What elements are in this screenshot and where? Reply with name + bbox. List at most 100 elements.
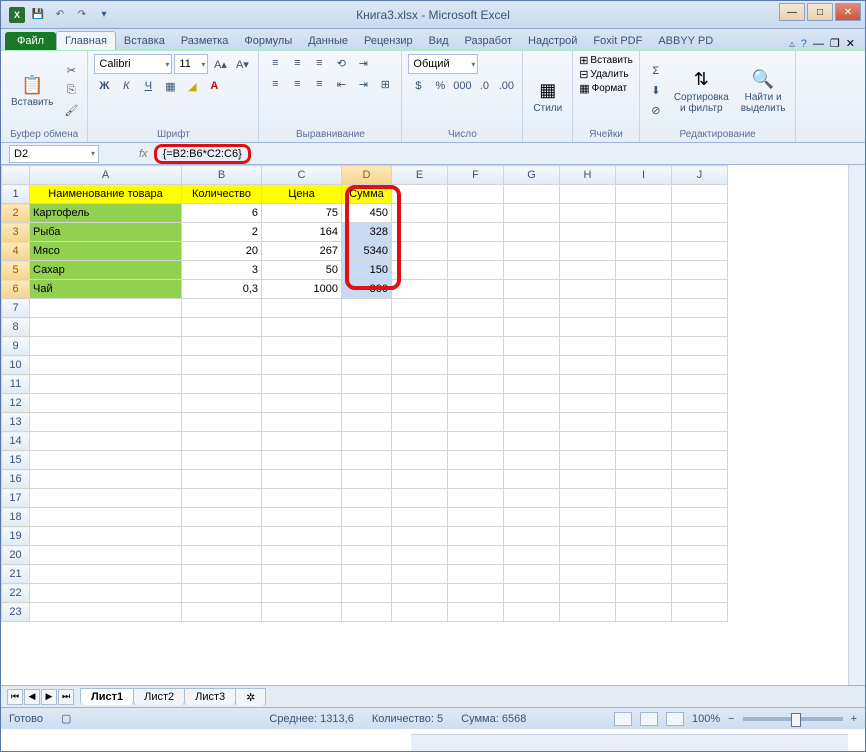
row-header-6[interactable]: 6 [2, 280, 30, 299]
zoom-in-button[interactable]: + [851, 713, 857, 725]
cell-B10[interactable] [182, 356, 262, 375]
cell-I16[interactable] [616, 470, 672, 489]
cell-F20[interactable] [448, 546, 504, 565]
cell-E17[interactable] [392, 489, 448, 508]
cell-J21[interactable] [672, 565, 728, 584]
cell-J10[interactable] [672, 356, 728, 375]
cell-B2[interactable]: 6 [182, 204, 262, 223]
cell-D19[interactable] [342, 527, 392, 546]
cell-H9[interactable] [560, 337, 616, 356]
cell-D7[interactable] [342, 299, 392, 318]
row-header-9[interactable]: 9 [2, 337, 30, 356]
cell-E22[interactable] [392, 584, 448, 603]
cell-B4[interactable]: 20 [182, 242, 262, 261]
cell-H5[interactable] [560, 261, 616, 280]
undo-button[interactable]: ↶ [51, 6, 69, 24]
cell-J4[interactable] [672, 242, 728, 261]
cell-I14[interactable] [616, 432, 672, 451]
cell-G11[interactable] [504, 375, 560, 394]
cell-H21[interactable] [560, 565, 616, 584]
cell-E18[interactable] [392, 508, 448, 527]
tab-developer[interactable]: Разработ [457, 32, 520, 50]
cell-C4[interactable]: 267 [262, 242, 342, 261]
cell-C3[interactable]: 164 [262, 223, 342, 242]
cell-C9[interactable] [262, 337, 342, 356]
align-right-button[interactable]: ≡ [309, 75, 329, 93]
row-header-19[interactable]: 19 [2, 527, 30, 546]
cell-F17[interactable] [448, 489, 504, 508]
row-header-3[interactable]: 3 [2, 223, 30, 242]
cell-A1[interactable]: Наименование товара [30, 185, 182, 204]
italic-button[interactable]: К [116, 77, 136, 95]
cell-D10[interactable] [342, 356, 392, 375]
cell-A5[interactable]: Сахар [30, 261, 182, 280]
cell-H18[interactable] [560, 508, 616, 527]
cell-D11[interactable] [342, 375, 392, 394]
cell-I10[interactable] [616, 356, 672, 375]
cell-G7[interactable] [504, 299, 560, 318]
cell-H13[interactable] [560, 413, 616, 432]
border-button[interactable]: ▦ [160, 77, 180, 95]
cell-F5[interactable] [448, 261, 504, 280]
percent-button[interactable]: % [430, 77, 450, 95]
cell-C1[interactable]: Цена [262, 185, 342, 204]
tab-foxit[interactable]: Foxit PDF [585, 32, 650, 50]
cell-G6[interactable] [504, 280, 560, 299]
format-painter-button[interactable]: 🖌 [61, 102, 81, 120]
cell-H6[interactable] [560, 280, 616, 299]
cell-F18[interactable] [448, 508, 504, 527]
row-header-5[interactable]: 5 [2, 261, 30, 280]
help-icon[interactable]: ? [801, 38, 807, 50]
cell-D6[interactable]: 300 [342, 280, 392, 299]
cell-F3[interactable] [448, 223, 504, 242]
cell-C16[interactable] [262, 470, 342, 489]
cell-B23[interactable] [182, 603, 262, 622]
cell-I19[interactable] [616, 527, 672, 546]
cell-C15[interactable] [262, 451, 342, 470]
sheet-nav-last[interactable]: ⏭ [58, 689, 74, 705]
cell-A6[interactable]: Чай [30, 280, 182, 299]
number-format-combo[interactable]: Общий [408, 54, 478, 74]
cell-D3[interactable]: 328 [342, 223, 392, 242]
font-size-combo[interactable]: 11 [174, 54, 208, 74]
cell-H14[interactable] [560, 432, 616, 451]
increase-font-button[interactable]: A▴ [210, 55, 230, 73]
autosum-button[interactable]: Σ [646, 62, 666, 80]
currency-button[interactable]: $ [408, 77, 428, 95]
tab-file[interactable]: Файл [5, 32, 56, 50]
cell-A14[interactable] [30, 432, 182, 451]
format-cells-button[interactable]: Формат [592, 83, 628, 94]
cell-I23[interactable] [616, 603, 672, 622]
cell-F22[interactable] [448, 584, 504, 603]
cell-C11[interactable] [262, 375, 342, 394]
cell-G17[interactable] [504, 489, 560, 508]
cell-E15[interactable] [392, 451, 448, 470]
copy-button[interactable]: ⎘ [61, 82, 81, 100]
cell-A12[interactable] [30, 394, 182, 413]
cell-I21[interactable] [616, 565, 672, 584]
cell-C23[interactable] [262, 603, 342, 622]
row-header-15[interactable]: 15 [2, 451, 30, 470]
cell-H8[interactable] [560, 318, 616, 337]
cell-I13[interactable] [616, 413, 672, 432]
cell-F4[interactable] [448, 242, 504, 261]
cell-H2[interactable] [560, 204, 616, 223]
cell-E5[interactable] [392, 261, 448, 280]
tab-view[interactable]: Вид [421, 32, 457, 50]
cell-H23[interactable] [560, 603, 616, 622]
cell-A21[interactable] [30, 565, 182, 584]
cell-B11[interactable] [182, 375, 262, 394]
tab-addins[interactable]: Надстрой [520, 32, 585, 50]
col-header-H[interactable]: H [560, 166, 616, 185]
col-header-C[interactable]: C [262, 166, 342, 185]
cell-I9[interactable] [616, 337, 672, 356]
cell-H12[interactable] [560, 394, 616, 413]
increase-indent-button[interactable]: ⇥ [353, 75, 373, 93]
row-header-10[interactable]: 10 [2, 356, 30, 375]
sheet-tab-3[interactable]: Лист3 [184, 688, 236, 705]
col-header-E[interactable]: E [392, 166, 448, 185]
decrease-decimal-button[interactable]: .00 [496, 77, 516, 95]
cell-D17[interactable] [342, 489, 392, 508]
zoom-out-button[interactable]: − [728, 713, 734, 725]
cell-D13[interactable] [342, 413, 392, 432]
